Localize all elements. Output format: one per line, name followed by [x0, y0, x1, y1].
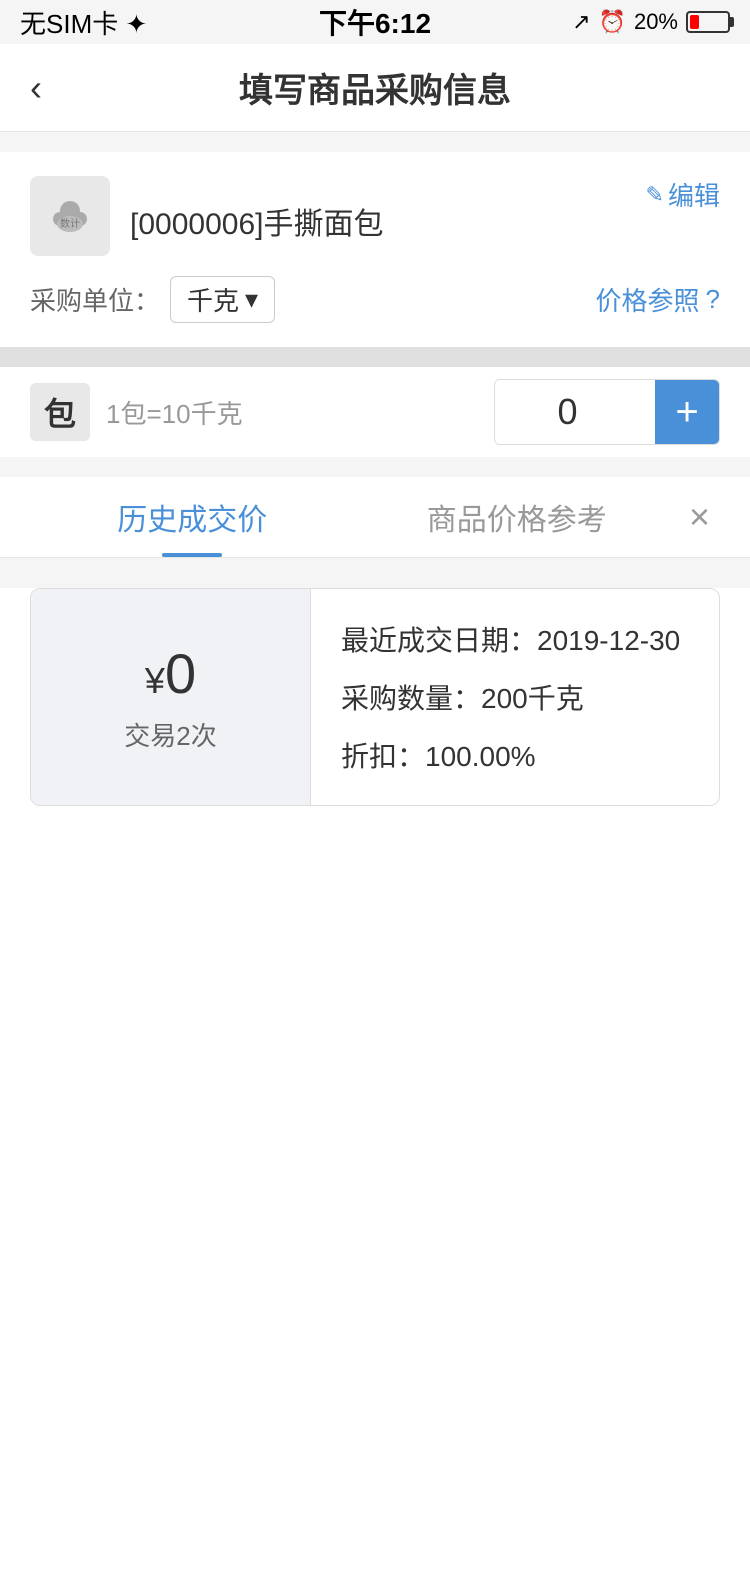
battery-fill — [690, 15, 699, 29]
page-title: 填写商品采购信息 — [239, 63, 511, 112]
product-id: [0000006] — [130, 208, 263, 241]
product-header: 数计 [0000006]手撕面包 ✎ 编辑 — [30, 176, 720, 256]
back-button[interactable]: ‹ — [30, 67, 42, 109]
unit-label-text: 采购单位： — [30, 281, 160, 318]
product-name: [0000006]手撕面包 — [130, 189, 383, 243]
product-title: 手撕面包 — [263, 208, 383, 241]
price-ref-label: 价格参照 — [596, 281, 700, 318]
tab-history-price[interactable]: 历史成交价 — [30, 477, 354, 557]
qty-label: 采购数量： — [341, 683, 481, 714]
trade-right: 最近成交日期：2019-12-30 采购数量：200千克 折扣：100.00% — [311, 589, 719, 805]
tab-content: ¥0 交易2次 最近成交日期：2019-12-30 采购数量：200千克 折扣：… — [0, 588, 750, 988]
unit-box-label: 包 — [30, 383, 90, 441]
price-ref-button[interactable]: 价格参照 ? — [596, 281, 720, 318]
dropdown-icon: ▾ — [245, 284, 258, 315]
edit-button[interactable]: ✎ 编辑 — [646, 176, 720, 213]
tabs-container: 历史成交价 商品价格参考 × — [0, 477, 750, 558]
trade-left: ¥0 交易2次 — [31, 589, 311, 805]
unit-value: 千克 — [187, 281, 239, 318]
date-value: 2019-12-30 — [537, 625, 680, 656]
nav-bar: ‹ 填写商品采购信息 — [0, 44, 750, 132]
unit-equiv: 1包=10千克 — [106, 394, 243, 431]
bottom-area — [0, 988, 750, 1588]
status-time: 下午6:12 — [319, 2, 431, 42]
discount-label: 折扣： — [341, 741, 425, 772]
battery-percent: 20% — [634, 9, 678, 35]
product-thumbnail: 数计 — [30, 176, 110, 256]
product-left: 数计 [0000006]手撕面包 — [30, 176, 383, 256]
quantity-left: 包 1包=10千克 — [30, 383, 243, 441]
quantity-input[interactable] — [495, 380, 655, 444]
battery-icon — [686, 11, 730, 33]
section-divider — [0, 347, 750, 367]
status-left: 无SIM卡 ✦ — [20, 4, 147, 41]
tab-underline — [162, 553, 222, 557]
tabs-header: 历史成交价 商品价格参考 × — [0, 477, 750, 557]
edit-icon: ✎ — [646, 182, 664, 208]
status-right: ↗ ⏰ 20% — [572, 9, 730, 35]
product-meta: 采购单位： 千克 ▾ 价格参照 ? — [30, 276, 720, 323]
product-card: 数计 [0000006]手撕面包 ✎ 编辑 采购单位： 千克 ▾ 价格参照 ? — [0, 152, 750, 347]
tab-product-price-ref[interactable]: 商品价格参考 — [354, 477, 678, 557]
alarm-icon: ⏰ — [599, 9, 626, 35]
trade-date-row: 最近成交日期：2019-12-30 — [341, 619, 689, 659]
unit-label: 采购单位： 千克 ▾ — [30, 276, 275, 323]
edit-label: 编辑 — [668, 176, 720, 213]
tab-product-label: 商品价格参考 — [427, 495, 607, 539]
tab-history-label: 历史成交价 — [117, 495, 267, 539]
date-label: 最近成交日期： — [341, 625, 537, 656]
discount-value: 100.00% — [425, 741, 536, 772]
qty-value: 200千克 — [481, 683, 584, 714]
status-bar: 无SIM卡 ✦ 下午6:12 ↗ ⏰ 20% — [0, 0, 750, 44]
trade-card: ¥0 交易2次 最近成交日期：2019-12-30 采购数量：200千克 折扣：… — [30, 588, 720, 806]
carrier-text: 无SIM卡 ✦ — [20, 4, 147, 41]
trade-discount-row: 折扣：100.00% — [341, 735, 689, 775]
unit-select[interactable]: 千克 ▾ — [170, 276, 275, 323]
price-value: 0 — [165, 642, 196, 705]
quantity-plus-button[interactable]: + — [655, 380, 719, 444]
trade-count: 交易2次 — [124, 716, 216, 753]
svg-text:数计: 数计 — [60, 217, 80, 230]
quantity-row: 包 1包=10千克 + — [0, 367, 750, 457]
trade-qty-row: 采购数量：200千克 — [341, 677, 689, 717]
close-button[interactable]: × — [679, 496, 720, 538]
price-symbol: ¥ — [145, 660, 165, 701]
quantity-input-wrapper: + — [494, 379, 720, 445]
help-icon: ? — [706, 284, 720, 315]
navigation-icon: ↗ — [572, 9, 590, 35]
trade-price: ¥0 — [145, 641, 196, 706]
